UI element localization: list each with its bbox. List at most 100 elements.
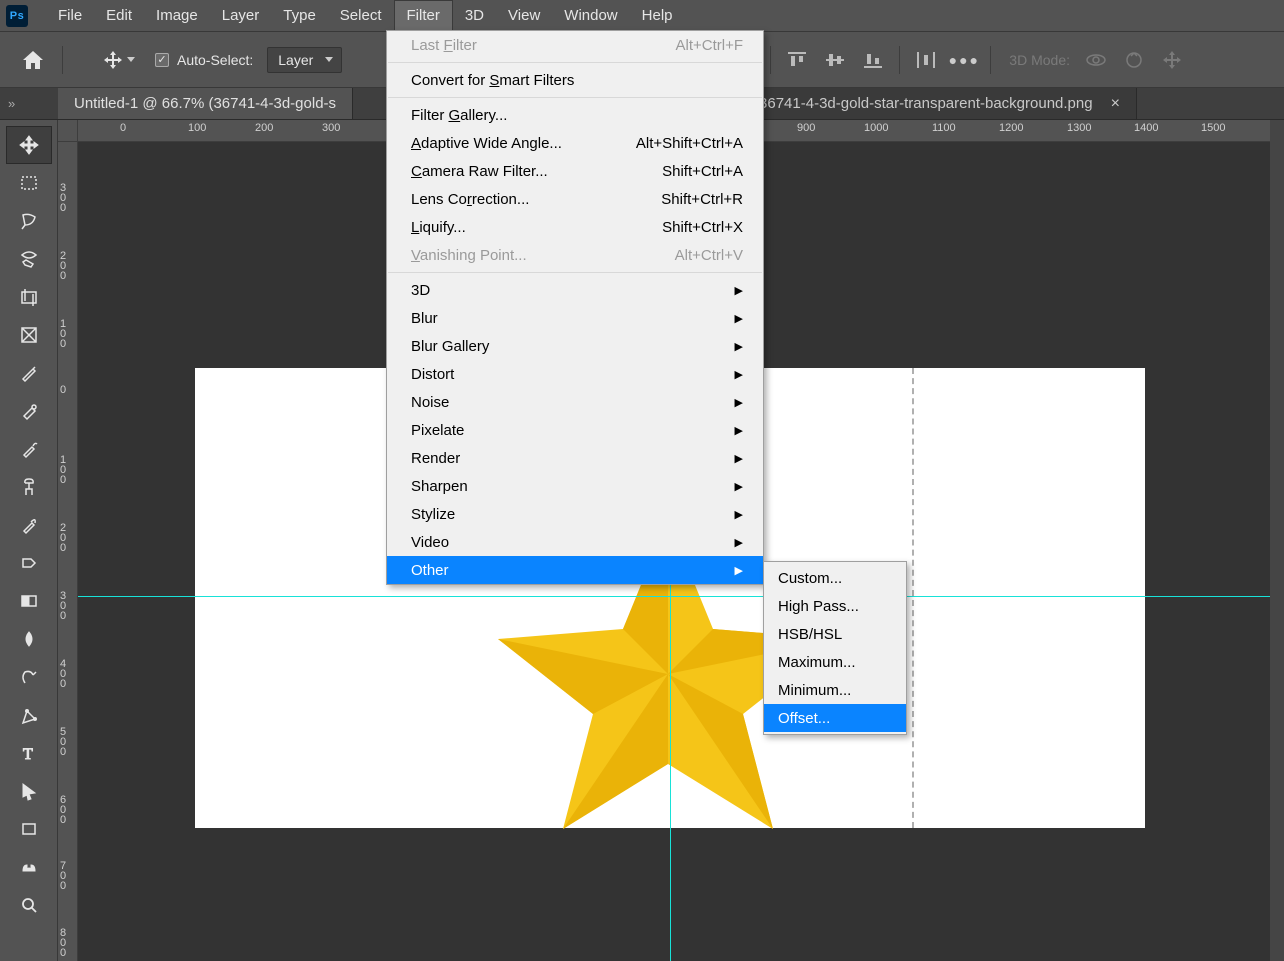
vertical-ruler[interactable]: 3002001000100200300400500600700800: [58, 142, 78, 961]
app-logo: Ps: [6, 5, 28, 27]
ruler-tick: 700: [60, 861, 66, 891]
menu-item-pixelate[interactable]: Pixelate▶: [387, 416, 763, 444]
pen-tool[interactable]: [6, 696, 52, 734]
align-top-icon[interactable]: [785, 49, 809, 71]
menu-item-last-filter: Last Filter Alt+Ctrl+F: [387, 31, 763, 59]
distribute-icon[interactable]: [914, 49, 938, 71]
menu-select[interactable]: Select: [328, 0, 394, 31]
horizontal-guide[interactable]: [78, 596, 1270, 597]
eraser-tool[interactable]: [6, 544, 52, 582]
move-tool[interactable]: [6, 126, 52, 164]
align-vcenter-icon[interactable]: [823, 49, 847, 71]
ruler-origin[interactable]: [58, 120, 78, 142]
menu-item-blur[interactable]: Blur▶: [387, 304, 763, 332]
menu-item-convert-smart-filters[interactable]: Convert for Smart Filters: [387, 66, 763, 94]
brush-tool[interactable]: [6, 430, 52, 468]
eyedropper-tool[interactable]: [6, 354, 52, 392]
menu-view[interactable]: View: [496, 0, 552, 31]
ruler-tick: 300: [60, 183, 66, 213]
svg-text:T: T: [23, 746, 33, 763]
ruler-tick: 1400: [1134, 122, 1158, 134]
document-tab-active[interactable]: Untitled-1 @ 66.7% (36741-4-3d-gold-s: [58, 88, 353, 119]
menu-edit[interactable]: Edit: [94, 0, 144, 31]
auto-select-option[interactable]: Auto-Select:: [155, 52, 253, 68]
ruler-tick: 200: [60, 523, 66, 553]
tool-preset-picker[interactable]: [103, 50, 135, 70]
separator: [899, 46, 900, 74]
ruler-tick: 200: [60, 251, 66, 281]
menu-item-adaptive-wide-angle[interactable]: Adaptive Wide Angle... Alt+Shift+Ctrl+A: [387, 129, 763, 157]
close-icon[interactable]: ×: [1111, 95, 1120, 113]
object-selection-tool[interactable]: [6, 240, 52, 278]
document-tab[interactable]: 36741-4-3d-gold-star-transparent-backgro…: [743, 88, 1137, 119]
clone-stamp-tool[interactable]: [6, 468, 52, 506]
panel-expand-button[interactable]: »: [0, 88, 58, 120]
submenu-item-high-pass[interactable]: High Pass...: [764, 592, 906, 620]
rectangular-marquee-tool[interactable]: [6, 164, 52, 202]
menu-item-other[interactable]: Other▶: [387, 556, 763, 584]
menu-type[interactable]: Type: [271, 0, 328, 31]
submenu-item-minimum[interactable]: Minimum...: [764, 676, 906, 704]
path-selection-tool[interactable]: [6, 772, 52, 810]
type-tool[interactable]: T: [6, 734, 52, 772]
auto-select-target-dropdown[interactable]: Layer: [267, 47, 342, 73]
crop-tool[interactable]: [6, 278, 52, 316]
ruler-tick: 100: [188, 122, 206, 134]
menu-item-camera-raw-filter[interactable]: Camera Raw Filter... Shift+Ctrl+A: [387, 157, 763, 185]
menu-item-render[interactable]: Render▶: [387, 444, 763, 472]
ruler-tick: 300: [322, 122, 340, 134]
ruler-tick: 300: [60, 591, 66, 621]
submenu-item-offset[interactable]: Offset...: [764, 704, 906, 732]
dodge-tool[interactable]: [6, 658, 52, 696]
menu-item-3d[interactable]: 3D▶: [387, 276, 763, 304]
home-button[interactable]: [18, 47, 48, 73]
spot-healing-brush-tool[interactable]: [6, 392, 52, 430]
menu-bar: Ps FileEditImageLayerTypeSelectFilter3DV…: [0, 0, 1284, 32]
ruler-tick: 100: [60, 455, 66, 485]
auto-select-label: Auto-Select:: [177, 52, 253, 68]
menu-item-distort[interactable]: Distort▶: [387, 360, 763, 388]
frame-tool[interactable]: [6, 316, 52, 354]
ruler-tick: 500: [60, 727, 66, 757]
checkbox-checked-icon[interactable]: [155, 53, 169, 67]
separator: [62, 46, 63, 74]
history-brush-tool[interactable]: [6, 506, 52, 544]
vertical-scrollbar[interactable]: [1270, 120, 1284, 961]
submenu-item-custom[interactable]: Custom...: [764, 564, 906, 592]
rectangle-tool[interactable]: [6, 810, 52, 848]
menu-item-lens-correction[interactable]: Lens Correction... Shift+Ctrl+R: [387, 185, 763, 213]
menu-layer[interactable]: Layer: [210, 0, 272, 31]
menu-window[interactable]: Window: [552, 0, 629, 31]
hand-tool[interactable]: [6, 848, 52, 886]
zoom-tool[interactable]: [6, 886, 52, 924]
menu-item-filter-gallery[interactable]: Filter Gallery...: [387, 101, 763, 129]
ruler-tick: 600: [60, 795, 66, 825]
menu-item-sharpen[interactable]: Sharpen▶: [387, 472, 763, 500]
ruler-tick: 0: [60, 385, 66, 395]
menu-item-video[interactable]: Video▶: [387, 528, 763, 556]
ruler-tick: 1100: [932, 122, 956, 134]
menu-item-stylize[interactable]: Stylize▶: [387, 500, 763, 528]
lasso-tool[interactable]: [6, 202, 52, 240]
blur-tool[interactable]: [6, 620, 52, 658]
gradient-tool[interactable]: [6, 582, 52, 620]
3d-mode-label: 3D Mode:: [1009, 52, 1070, 68]
align-bottom-icon[interactable]: [861, 49, 885, 71]
chevron-down-icon: [127, 57, 135, 62]
ruler-tick: 1500: [1201, 122, 1225, 134]
ruler-tick: 0: [120, 122, 126, 134]
submenu-item-maximum[interactable]: Maximum...: [764, 648, 906, 676]
menu-item-liquify[interactable]: Liquify... Shift+Ctrl+X: [387, 213, 763, 241]
menu-item-noise[interactable]: Noise▶: [387, 388, 763, 416]
more-options-button[interactable]: ●●●: [952, 49, 976, 71]
separator: [770, 46, 771, 74]
menu-item-blur-gallery[interactable]: Blur Gallery▶: [387, 332, 763, 360]
menu-help[interactable]: Help: [630, 0, 685, 31]
ruler-tick: 800: [60, 928, 66, 958]
separator: [990, 46, 991, 74]
menu-filter[interactable]: Filter: [394, 0, 453, 31]
submenu-item-hsb-hsl[interactable]: HSB/HSL: [764, 620, 906, 648]
menu-file[interactable]: File: [46, 0, 94, 31]
menu-3d[interactable]: 3D: [453, 0, 496, 31]
menu-image[interactable]: Image: [144, 0, 210, 31]
